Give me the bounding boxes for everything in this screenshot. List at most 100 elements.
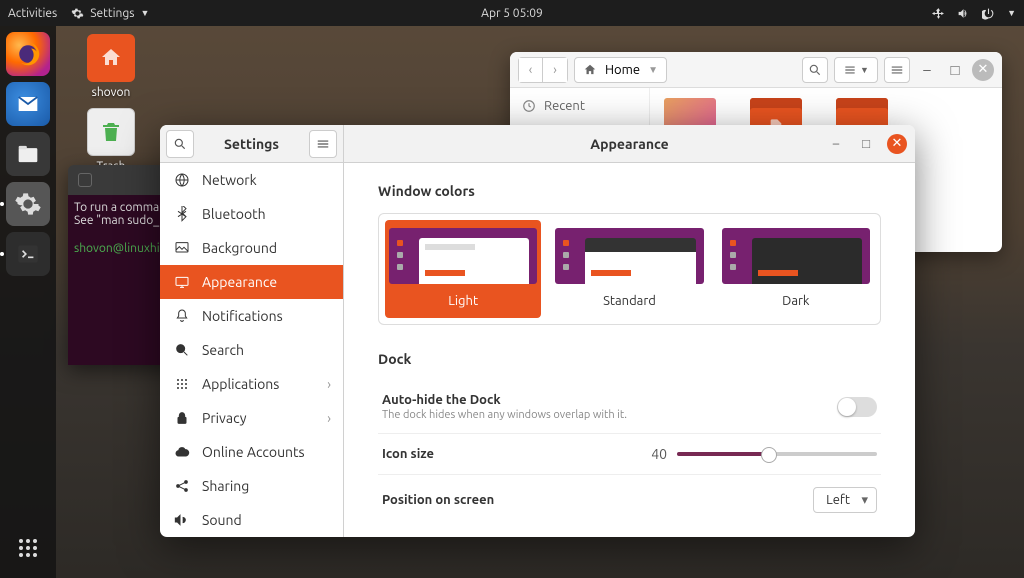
bell-icon	[174, 308, 190, 324]
autohide-label: Auto-hide the Dock	[382, 393, 627, 407]
sound-icon	[174, 512, 190, 528]
position-select[interactable]: Left	[813, 487, 877, 513]
search-icon	[173, 137, 187, 151]
settings-icon	[71, 7, 84, 20]
dock-firefox[interactable]	[6, 32, 50, 76]
desktop-home-folder[interactable]: shovon	[76, 34, 146, 99]
files-nav-buttons: ‹ ›	[518, 57, 568, 83]
window-colors-heading: Window colors	[378, 183, 881, 199]
theme-light-preview	[389, 228, 537, 284]
sidebar-item-online-accounts[interactable]: Online Accounts	[160, 435, 343, 469]
clock-icon	[522, 99, 536, 113]
icon-size-row: Icon size 40	[378, 434, 881, 475]
lock-icon	[174, 410, 190, 426]
dock-heading: Dock	[378, 351, 881, 367]
topbar-system-menu[interactable]: ▼	[932, 7, 1016, 20]
show-applications-button[interactable]	[6, 526, 50, 570]
settings-content: Window colors Light	[344, 163, 915, 537]
sidebar-item-applications[interactable]: Applications›	[160, 367, 343, 401]
chevron-right-icon: ›	[327, 410, 331, 426]
sidebar-recent[interactable]: Recent	[510, 94, 649, 118]
theme-standard[interactable]: Standard	[551, 220, 707, 318]
appearance-icon	[174, 274, 190, 290]
icon-size-label: Icon size	[382, 447, 434, 461]
sidebar-item-bluetooth[interactable]: Bluetooth	[160, 197, 343, 231]
bluetooth-icon	[174, 206, 190, 222]
activities-button[interactable]: Activities	[8, 7, 57, 20]
search-icon	[808, 63, 822, 77]
settings-sidebar-title: Settings	[194, 136, 309, 152]
theme-dark-preview	[722, 228, 870, 284]
trash-icon	[99, 120, 123, 144]
desktop-trash[interactable]: Trash	[76, 108, 146, 173]
network-icon	[932, 7, 945, 20]
share-icon	[174, 478, 190, 494]
dock-thunderbird[interactable]	[6, 82, 50, 126]
sidebar-item-background[interactable]: Background	[160, 231, 343, 265]
sidebar-item-sharing[interactable]: Sharing	[160, 469, 343, 503]
topbar-app-menu[interactable]: Settings ▼	[71, 7, 149, 20]
maximize-button[interactable]: □	[857, 135, 875, 153]
dock-files[interactable]	[6, 132, 50, 176]
files-pathbar[interactable]: Home ▼	[574, 57, 667, 83]
files-icon	[14, 140, 42, 168]
minimize-button[interactable]: –	[916, 59, 938, 81]
dock-settings[interactable]	[6, 182, 50, 226]
search-icon	[174, 342, 190, 358]
terminal-icon	[15, 241, 41, 267]
menu-icon	[316, 137, 330, 151]
nav-back-button[interactable]: ‹	[519, 58, 543, 82]
nav-forward-button[interactable]: ›	[543, 58, 567, 82]
position-label: Position on screen	[382, 493, 494, 507]
autohide-switch[interactable]	[837, 397, 877, 417]
home-icon	[583, 63, 597, 77]
dock-settings-section: Auto-hide the Dock The dock hides when a…	[378, 381, 881, 525]
menu-icon	[890, 63, 904, 77]
autohide-row: Auto-hide the Dock The dock hides when a…	[378, 381, 881, 434]
icon-size-slider[interactable]	[677, 452, 877, 456]
topbar-clock[interactable]: Apr 5 05:09	[481, 7, 543, 20]
theme-standard-preview	[555, 228, 703, 284]
position-row: Position on screen Left	[378, 475, 881, 525]
volume-icon	[957, 7, 970, 20]
minimize-button[interactable]: –	[827, 135, 845, 153]
theme-light[interactable]: Light	[385, 220, 541, 318]
chevron-down-icon: ▼	[648, 64, 658, 76]
apps-grid-icon	[16, 536, 40, 560]
sidebar-item-privacy[interactable]: Privacy›	[160, 401, 343, 435]
settings-headerbar: Settings Appearance – □ ✕	[160, 125, 915, 163]
maximize-button[interactable]: □	[944, 59, 966, 81]
home-folder-icon	[99, 46, 123, 70]
background-icon	[174, 240, 190, 256]
autohide-sublabel: The dock hides when any windows overlap …	[382, 409, 627, 421]
view-options-button[interactable]: ▼	[834, 57, 878, 83]
settings-window[interactable]: Settings Appearance – □ ✕ Network Blueto…	[160, 125, 915, 537]
chevron-down-icon: ▼	[1007, 8, 1016, 18]
close-button[interactable]: ✕	[972, 59, 994, 81]
theme-dark[interactable]: Dark	[718, 220, 874, 318]
gnome-top-bar: Activities Settings ▼ Apr 5 05:09 ▼	[0, 0, 1024, 26]
dock-terminal[interactable]	[6, 232, 50, 276]
apps-icon	[174, 376, 190, 392]
settings-search-button[interactable]	[166, 130, 194, 158]
close-button[interactable]: ✕	[887, 134, 907, 154]
settings-menu-button[interactable]	[309, 130, 337, 158]
theme-selector: Light Standard	[378, 213, 881, 325]
chevron-right-icon: ›	[327, 376, 331, 392]
sidebar-item-search[interactable]: Search	[160, 333, 343, 367]
firefox-icon	[13, 39, 43, 69]
sidebar-item-appearance[interactable]: Appearance	[160, 265, 343, 299]
terminal-menu-button[interactable]	[78, 173, 92, 187]
sidebar-item-notifications[interactable]: Notifications	[160, 299, 343, 333]
ubuntu-dock	[0, 26, 56, 578]
sidebar-item-sound[interactable]: Sound	[160, 503, 343, 537]
hamburger-menu-button[interactable]	[884, 57, 910, 83]
network-icon	[174, 172, 190, 188]
settings-sidebar: Network Bluetooth Background Appearance …	[160, 163, 344, 537]
files-headerbar: ‹ › Home ▼ ▼ – □ ✕	[510, 52, 1002, 88]
sidebar-item-network[interactable]: Network	[160, 163, 343, 197]
cloud-icon	[174, 444, 190, 460]
list-icon	[843, 63, 857, 77]
search-button[interactable]	[802, 57, 828, 83]
gear-icon	[14, 190, 42, 218]
